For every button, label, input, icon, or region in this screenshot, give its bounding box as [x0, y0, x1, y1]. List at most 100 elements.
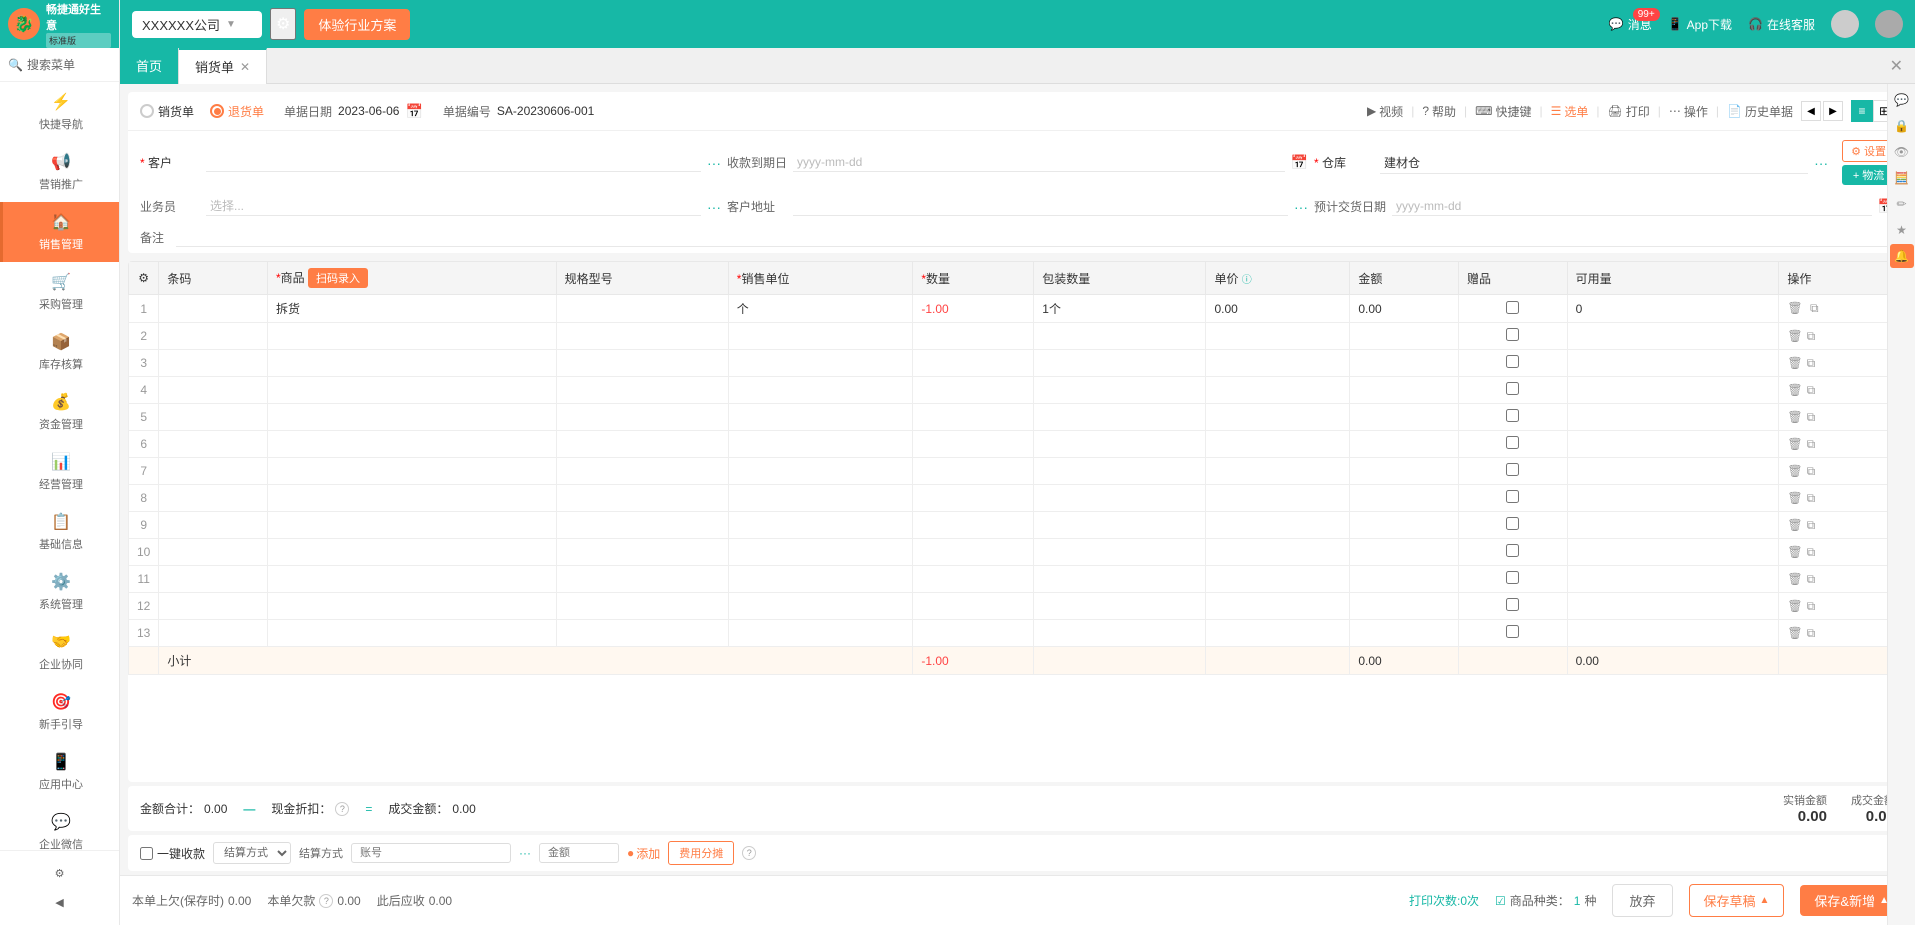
copy-icon[interactable]: ⧉ [1807, 437, 1816, 451]
discard-button[interactable]: 放弃 [1612, 884, 1672, 917]
delete-icon[interactable]: 🗑 [1787, 572, 1802, 586]
td-spec[interactable] [556, 295, 728, 323]
gift-checkbox[interactable] [1506, 382, 1519, 395]
copy-icon[interactable]: ⧉ [1807, 626, 1816, 640]
expense-split-button[interactable]: 费用分摊 [668, 841, 734, 865]
discount-help-icon[interactable]: ? [335, 802, 349, 816]
gift-checkbox[interactable] [1506, 409, 1519, 422]
toolbar-operation[interactable]: ⋯ 操作 [1669, 103, 1708, 120]
expense-help-icon[interactable]: ? [742, 846, 756, 860]
warehouse-dots-icon[interactable]: ··· [1814, 155, 1828, 171]
user-avatar[interactable] [1831, 10, 1859, 38]
toolbar-help[interactable]: ? 帮助 [1422, 103, 1456, 120]
td-pack-qty[interactable]: 1个 [1034, 295, 1206, 323]
toolbar-select[interactable]: ☰ 选单 [1551, 103, 1589, 120]
delete-icon[interactable]: 🗑 [1787, 383, 1802, 397]
right-tool-chat[interactable]: 💬 [1890, 88, 1914, 112]
customer-address-dots-icon[interactable]: ··· [1294, 199, 1308, 215]
toolbar-print[interactable]: 🖨 打印 [1608, 103, 1650, 120]
one-click-payment[interactable]: 一键收款 [140, 845, 205, 862]
toolbar-history[interactable]: 📄 历史单据 [1727, 103, 1793, 120]
save-draft-button[interactable]: 保存草稿 ▲ [1689, 884, 1785, 917]
td-unit[interactable]: 个 [728, 295, 913, 323]
sidebar-collapse[interactable]: ◀ [0, 888, 119, 917]
scan-button[interactable]: 扫码录入 [308, 268, 368, 288]
gift-checkbox[interactable] [1506, 625, 1519, 638]
table-scroll[interactable]: ⚙ 条码 *商品 扫码录入 规格型号 *销售单位 *数量 包装数量 单价 ⓘ 金… [128, 261, 1907, 782]
td-unit-price[interactable]: 0.00 [1206, 295, 1350, 323]
copy-icon[interactable]: ⧉ [1807, 410, 1816, 424]
delete-icon[interactable]: 🗑 [1787, 437, 1802, 451]
copy-icon[interactable]: ⧉ [1807, 491, 1816, 505]
sidebar-item-quick-nav[interactable]: ⚡ 快捷导航 [0, 82, 119, 142]
gift-checkbox[interactable] [1506, 598, 1519, 611]
sidebar-item-purchase[interactable]: 🛒 采购管理 [0, 262, 119, 322]
account-input[interactable] [351, 843, 511, 863]
td-barcode[interactable] [159, 295, 268, 323]
radio-return-order[interactable]: 退货单 [210, 103, 264, 120]
one-click-checkbox[interactable] [140, 847, 153, 860]
td-product[interactable]: 拆货 [267, 295, 556, 323]
toolbar-shortcut[interactable]: ⌨ 快捷键 [1475, 103, 1531, 120]
copy-icon[interactable]: ⧉ [1807, 356, 1816, 370]
sidebar-item-sales[interactable]: 🏠 销售管理 [0, 202, 119, 262]
add-payment-button[interactable]: ● 添加 [627, 845, 660, 862]
delete-icon[interactable]: 🗑 [1787, 599, 1802, 613]
prev-record-button[interactable]: ◀ [1801, 101, 1821, 121]
gift-checkbox[interactable] [1506, 571, 1519, 584]
tab-close-icon[interactable]: ✕ [240, 60, 250, 74]
gift-checkbox[interactable] [1506, 355, 1519, 368]
sidebar-item-enterprise[interactable]: 🤝 企业协同 [0, 622, 119, 682]
delete-icon[interactable]: 🗑 [1787, 356, 1802, 370]
customer-address-input[interactable] [793, 197, 1288, 216]
copy-icon[interactable]: ⧉ [1807, 464, 1816, 478]
right-tool-lock[interactable]: 🔒 [1890, 114, 1914, 138]
radio-sales-order[interactable]: 销货单 [140, 103, 194, 120]
salesperson-dots-icon[interactable]: ··· [707, 199, 721, 215]
copy-icon[interactable]: ⧉ [1807, 329, 1816, 343]
sidebar-item-apps[interactable]: 📱 应用中心 [0, 742, 119, 802]
right-tool-alert[interactable]: 🔔 [1890, 244, 1914, 268]
gift-checkbox[interactable] [1506, 517, 1519, 530]
sidebar-item-wechat[interactable]: 💬 企业微信 [0, 802, 119, 850]
sidebar-item-inventory[interactable]: 📦 库存核算 [0, 322, 119, 382]
user-avatar-2[interactable] [1875, 10, 1903, 38]
payment-method-select[interactable]: 结算方式 [213, 842, 291, 864]
delete-icon[interactable]: 🗑 [1787, 464, 1802, 478]
gift-checkbox[interactable] [1506, 490, 1519, 503]
print-count-label[interactable]: 打印次数:0次 [1409, 892, 1479, 909]
gift-checkbox[interactable] [1506, 544, 1519, 557]
note-input[interactable] [176, 228, 1895, 247]
copy-icon[interactable]: ⧉ [1807, 572, 1816, 586]
right-tool-eye[interactable]: 👁 [1890, 140, 1914, 164]
right-tool-calculator[interactable]: 🧮 [1890, 166, 1914, 190]
toolbar-video[interactable]: ▶ 视频 [1367, 103, 1403, 120]
delete-icon[interactable]: 🗑 [1787, 410, 1802, 424]
header-settings-button[interactable]: ⚙ [270, 8, 296, 40]
delete-icon[interactable]: 🗑 [1787, 518, 1802, 532]
customer-dots-icon[interactable]: ··· [707, 155, 721, 171]
company-selector[interactable]: XXXXXX公司 ▼ [132, 11, 262, 38]
delete-icon[interactable]: 🗑 [1787, 301, 1802, 315]
sidebar-item-basic[interactable]: 📋 基础信息 [0, 502, 119, 562]
due-date-cal-icon[interactable]: 📅 [1291, 154, 1308, 171]
sidebar-settings[interactable]: ⚙ [0, 859, 119, 888]
delete-icon[interactable]: 🗑 [1787, 329, 1802, 343]
delivery-date-input[interactable] [1392, 197, 1872, 216]
delete-icon[interactable]: 🗑 [1787, 491, 1802, 505]
copy-icon[interactable]: ⧉ [1807, 599, 1816, 613]
td-gift[interactable] [1458, 295, 1567, 323]
close-all-tabs-button[interactable]: ✕ [1878, 56, 1915, 76]
right-tool-star[interactable]: ★ [1890, 218, 1914, 242]
copy-icon[interactable]: ⧉ [1807, 545, 1816, 559]
message-item[interactable]: 💬 消息 99+ [1609, 16, 1652, 33]
td-qty[interactable]: -1.00 [913, 295, 1034, 323]
date-cal-icon[interactable]: 📅 [405, 103, 422, 120]
copy-icon[interactable]: ⧉ [1807, 383, 1816, 397]
payment-amount-input[interactable] [539, 843, 619, 863]
sidebar-item-system[interactable]: ⚙️ 系统管理 [0, 562, 119, 622]
experience-button[interactable]: 体验行业方案 [304, 9, 410, 40]
online-support-item[interactable]: 🎧 在线客服 [1748, 16, 1815, 33]
gift-checkbox[interactable] [1506, 436, 1519, 449]
sidebar-item-operation[interactable]: 📊 经营管理 [0, 442, 119, 502]
